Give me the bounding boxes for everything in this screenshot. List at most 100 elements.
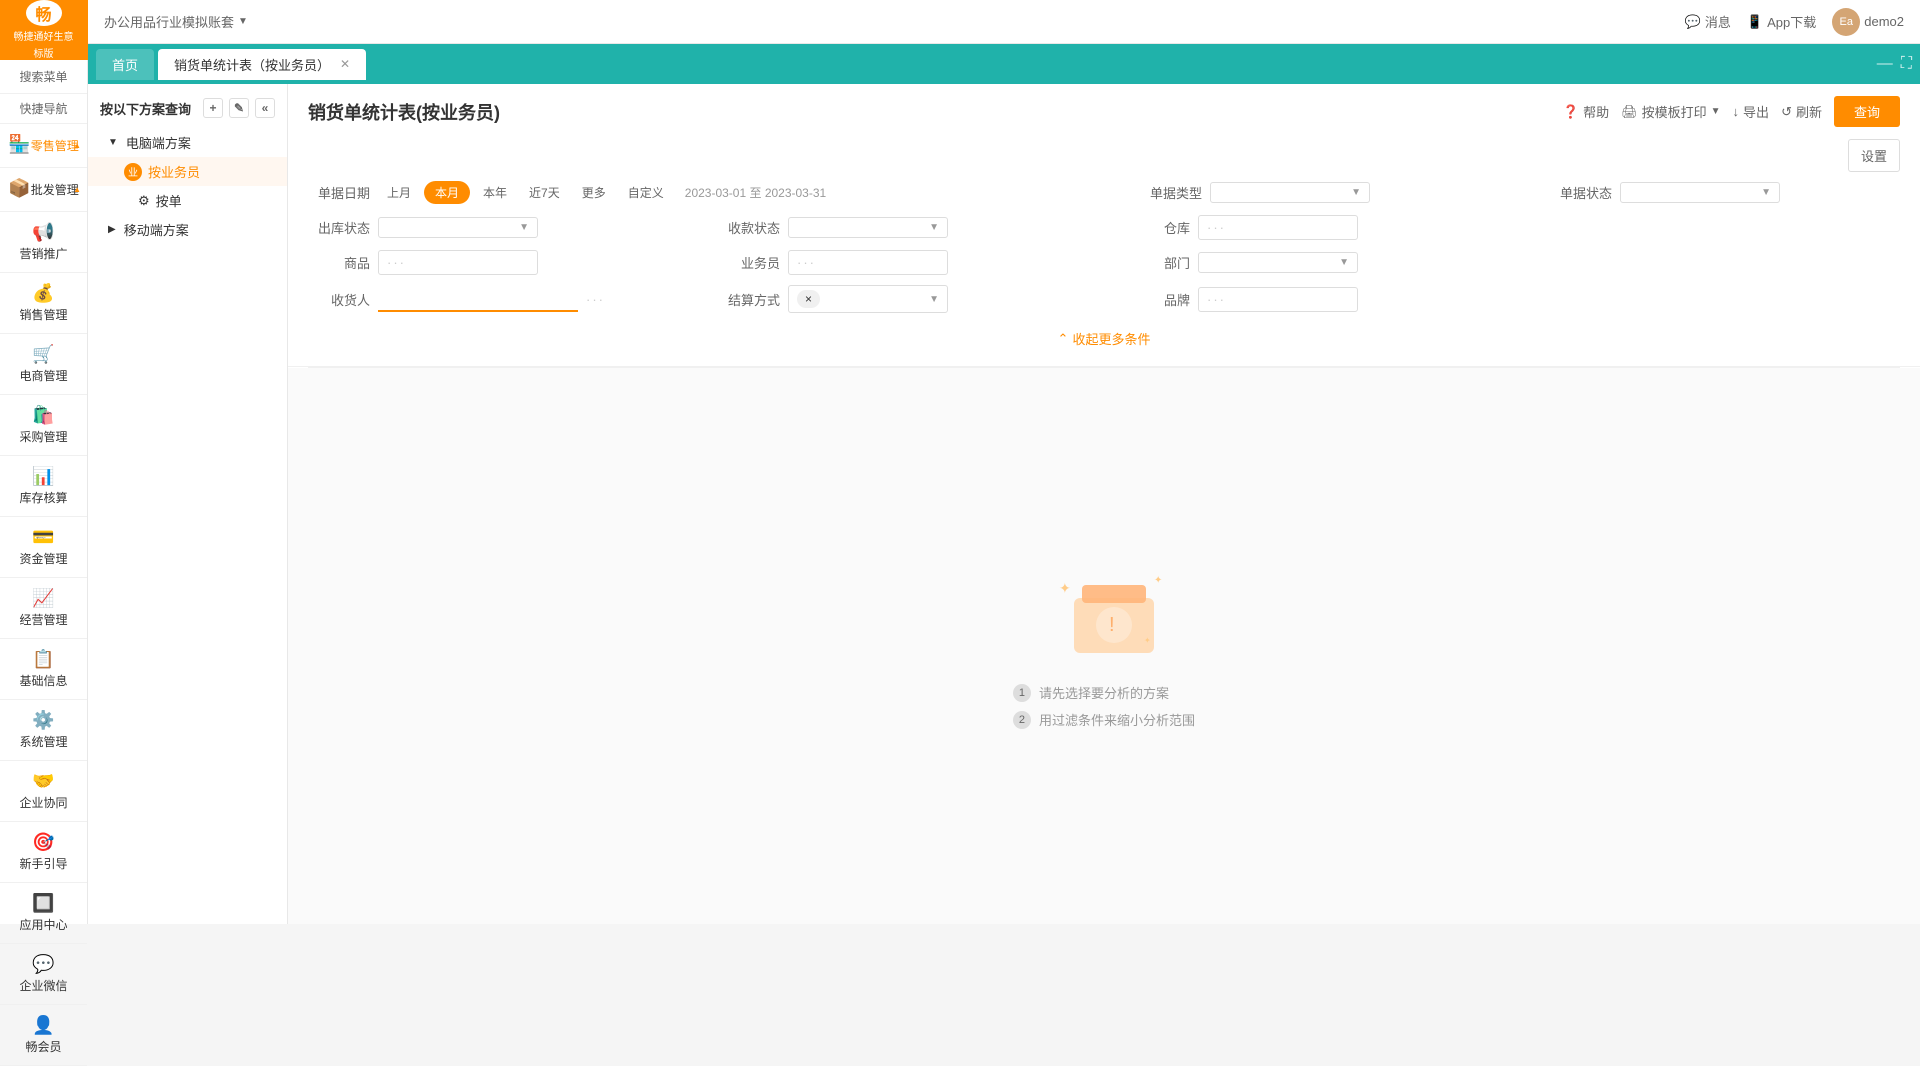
sidebar-quick-nav[interactable]: 快捷导航	[0, 94, 87, 124]
ecommerce-icon: 🛒	[32, 344, 54, 365]
sidebar: 畅 畅捷通好生意 标版 搜索菜单 快捷导航 🏪 零售管理 📦 批发管理 📢 营销…	[0, 0, 88, 924]
print-button[interactable]: 🖨 按模板打印 ▼	[1621, 102, 1720, 121]
refresh-icon: ↺	[1781, 104, 1792, 120]
brand-select[interactable]: ···	[1198, 287, 1358, 312]
goods-select[interactable]: ···	[378, 250, 538, 275]
edit-scheme-button[interactable]: ✎	[229, 98, 249, 118]
filter-row-2: 出库状态 ▼ 收款状态 ▼	[308, 215, 1900, 240]
sidebar-item-finance[interactable]: 💳 资金管理	[0, 517, 87, 578]
settings-button[interactable]: 设置	[1848, 139, 1900, 172]
sidebar-item-sales[interactable]: 💰 销售管理	[0, 273, 87, 334]
filter-row-1: 单据日期 上月 本月 本年 近7天 更多 自定义 2023-03-01 至 20…	[308, 180, 1900, 205]
receipt-status-arrow-icon: ▼	[929, 222, 939, 233]
collapse-filters-button[interactable]: ⌃ 收起更多条件	[308, 323, 1900, 358]
svg-text:✦: ✦	[1144, 636, 1151, 645]
empty-illustration: ! ✦ ✦ ✦	[1054, 563, 1154, 663]
salesman-select[interactable]: ···	[788, 250, 948, 275]
message-button[interactable]: 💬 消息	[1685, 12, 1731, 31]
payment-control: × ▼	[788, 285, 1088, 313]
date-btn-custom[interactable]: 自定义	[619, 180, 673, 205]
page-header: 销货单统计表(按业务员) ❓ 帮助 🖨 按模板打印 ▼ ↓ 导出	[288, 84, 1920, 135]
doc-type-select[interactable]: ▼	[1210, 182, 1370, 203]
date-btn-7days[interactable]: 近7天	[520, 180, 569, 205]
sidebar-item-newbie[interactable]: 🎯 新手引导	[0, 822, 87, 883]
sidebar-item-inventory[interactable]: 📊 库存核算	[0, 456, 87, 517]
inventory-icon: 📊	[32, 466, 54, 487]
doc-type-control[interactable]: ▼	[1210, 182, 1510, 203]
user-menu[interactable]: Ea demo2	[1832, 8, 1904, 36]
header-dropdown[interactable]: 办公用品行业模拟账套 ▼	[104, 12, 248, 31]
export-button[interactable]: ↓ 导出	[1733, 102, 1770, 121]
tab-close-button[interactable]: ✕	[340, 57, 350, 71]
filter-area: 单据日期 上月 本月 本年 近7天 更多 自定义 2023-03-01 至 20…	[288, 180, 1920, 367]
out-status-arrow-icon: ▼	[519, 222, 529, 233]
logo-subtitle: 标版	[34, 45, 54, 60]
payment-select[interactable]: × ▼	[788, 285, 948, 313]
sidebar-item-wholesale[interactable]: 📦 批发管理	[0, 168, 87, 212]
date-btn-this-month[interactable]: 本月	[424, 181, 470, 204]
salesman-scheme-icon: 业	[124, 163, 142, 181]
chevron-down-icon: ▼	[238, 16, 248, 27]
sidebar-item-ecommerce[interactable]: 🛒 电商管理	[0, 334, 87, 395]
query-button[interactable]: 查询	[1834, 96, 1900, 127]
sidebar-search[interactable]: 搜索菜单	[0, 60, 87, 94]
tab-sales-stats[interactable]: 销货单统计表（按业务员） ✕	[158, 49, 366, 80]
sales-icon: 💰	[32, 283, 54, 304]
page-title: 销货单统计表(按业务员)	[308, 99, 500, 125]
collapse-panel-button[interactable]: «	[255, 98, 275, 118]
date-btn-more[interactable]: 更多	[573, 180, 615, 205]
sidebar-item-operations[interactable]: 📈 经营管理	[0, 578, 87, 639]
tree-subitem-by-order[interactable]: ⚙ 按单	[88, 186, 287, 215]
doc-status-select[interactable]: ▼	[1620, 182, 1780, 203]
add-scheme-button[interactable]: +	[203, 98, 223, 118]
message-icon: 💬	[1685, 14, 1701, 30]
tab-minimize-icon[interactable]: —	[1877, 55, 1893, 73]
tree-item-desktop[interactable]: ▼ 电脑端方案	[88, 128, 287, 157]
tree-subitem-by-salesman[interactable]: 业 按业务员	[88, 157, 287, 186]
sidebar-item-wechat[interactable]: 💬 企业微信	[0, 944, 87, 1005]
date-btn-this-year[interactable]: 本年	[474, 180, 516, 205]
date-control: 上月 本月 本年 近7天 更多 自定义 2023-03-01 至 2023-03…	[378, 180, 1100, 205]
department-select[interactable]: ▼	[1198, 252, 1358, 273]
system-icon: ⚙️	[32, 710, 54, 731]
date-range-display: 2023-03-01 至 2023-03-31	[685, 184, 826, 201]
date-btn-last-month[interactable]: 上月	[378, 180, 420, 205]
tree-item-mobile[interactable]: ▶ 移动端方案	[88, 215, 287, 244]
tab-home[interactable]: 首页	[96, 49, 154, 80]
help-button[interactable]: ❓ 帮助	[1563, 102, 1609, 121]
sidebar-item-purchase[interactable]: 🛍️ 采购管理	[0, 395, 87, 456]
consignee-input[interactable]	[378, 287, 578, 312]
enterprise-icon: 🤝	[32, 771, 54, 792]
sidebar-item-basic[interactable]: 📋 基础信息	[0, 639, 87, 700]
app-download-button[interactable]: 📱 App下载	[1747, 12, 1816, 31]
warehouse-control: ···	[1198, 215, 1478, 240]
apps-icon: 🔲	[32, 893, 54, 914]
refresh-button[interactable]: ↺ 刷新	[1781, 102, 1822, 121]
receipt-status-label: 收款状态	[718, 218, 788, 237]
sidebar-item-apps[interactable]: 🔲 应用中心	[0, 883, 87, 944]
logo-text: 畅捷通好生意	[14, 28, 74, 43]
tree-expand-icon: ▼	[108, 137, 118, 148]
receipt-status-select[interactable]: ▼	[788, 217, 948, 238]
tab-maximize-icon[interactable]: ⛶	[1901, 55, 1912, 73]
help-icon: ❓	[1563, 104, 1579, 120]
doc-status-label: 单据状态	[1550, 183, 1620, 202]
salesman-label: 业务员	[718, 253, 788, 272]
department-label: 部门	[1128, 253, 1198, 272]
warehouse-select[interactable]: ···	[1198, 215, 1358, 240]
sidebar-item-enterprise[interactable]: 🤝 企业协同	[0, 761, 87, 822]
sidebar-item-system[interactable]: ⚙️ 系统管理	[0, 700, 87, 761]
purchase-icon: 🛍️	[32, 405, 54, 426]
newbie-icon: 🎯	[32, 832, 54, 853]
member-icon: 👤	[32, 1015, 54, 1036]
main-area: 办公用品行业模拟账套 ▼ 💬 消息 📱 App下载 Ea demo2 首页	[88, 0, 1920, 924]
sidebar-item-member[interactable]: 👤 畅会员	[0, 1005, 87, 1066]
app-logo: 畅 畅捷通好生意 标版	[0, 0, 88, 60]
doc-type-arrow-icon: ▼	[1351, 187, 1361, 198]
out-status-label: 出库状态	[308, 218, 378, 237]
sidebar-item-retail[interactable]: 🏪 零售管理	[0, 124, 87, 168]
out-status-select[interactable]: ▼	[378, 217, 538, 238]
sidebar-item-marketing[interactable]: 📢 营销推广	[0, 212, 87, 273]
payment-tag-close[interactable]: ×	[805, 292, 812, 306]
svg-text:✦: ✦	[1154, 575, 1162, 586]
